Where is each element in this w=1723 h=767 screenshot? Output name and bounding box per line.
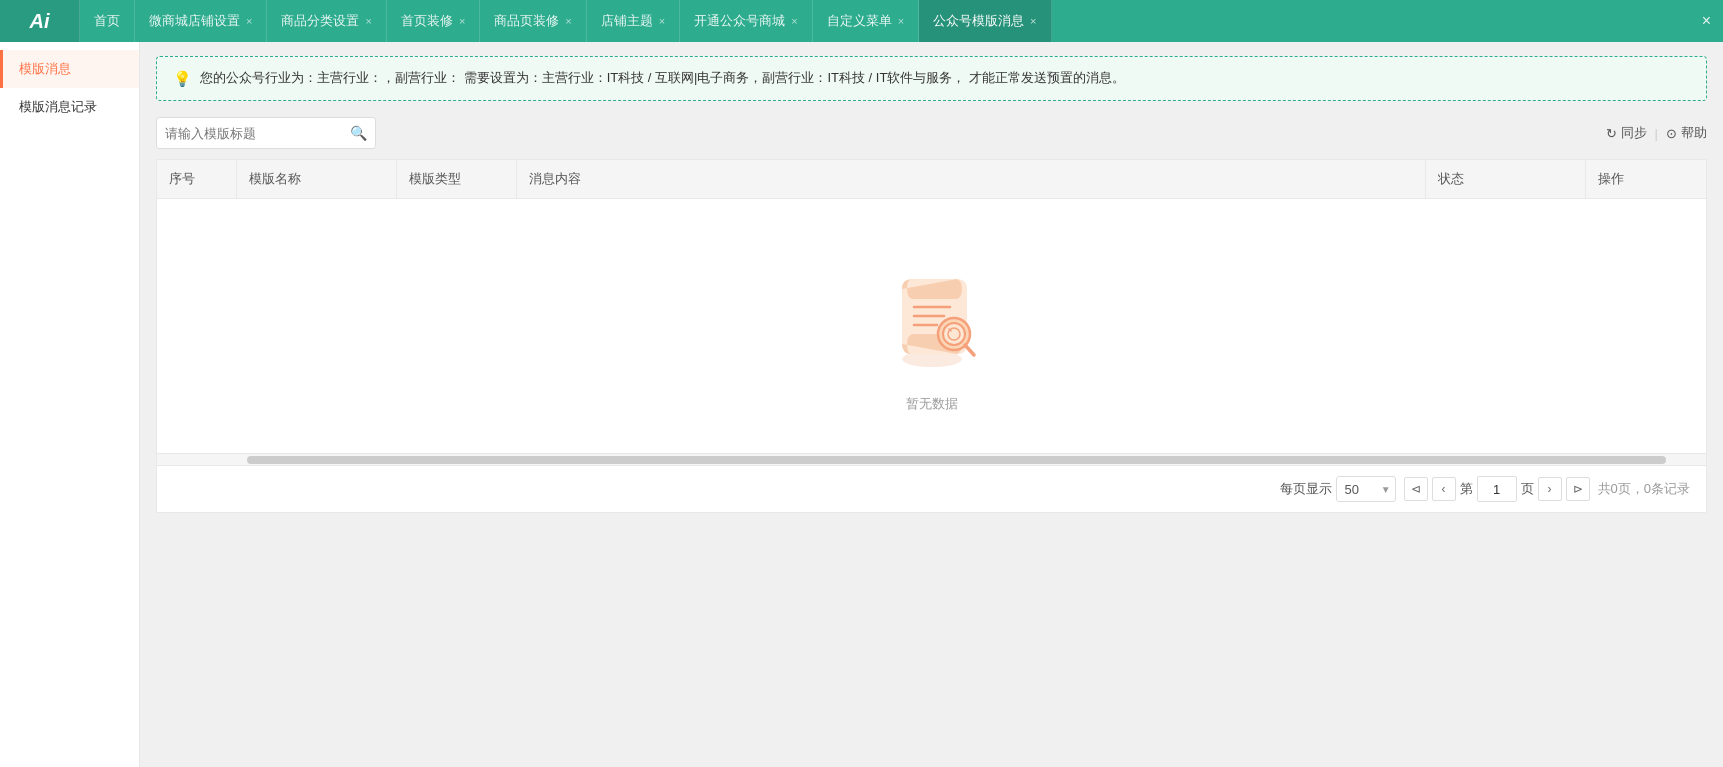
- nav-tab-label-1: 微商城店铺设置: [149, 12, 240, 30]
- page-label-post: 页: [1521, 480, 1534, 498]
- empty-state: 暂无数据: [157, 199, 1706, 453]
- sidebar: 模版消息模版消息记录: [0, 42, 140, 767]
- svg-point-5: [943, 323, 965, 345]
- logo-text: Ai: [30, 10, 50, 33]
- chevron-down-icon: ▼: [1381, 484, 1391, 495]
- notice-banner: 💡 您的公众号行业为：主营行业：，副营行业： 需要设置为：主营行业：IT科技 /…: [156, 56, 1707, 101]
- nav-tab-label-6: 开通公众号商城: [694, 12, 785, 30]
- notice-prefix: 您的公众号行业为：主营行业：，副营行业：: [200, 70, 460, 85]
- nav-tab-label-0: 首页: [94, 12, 120, 30]
- nav-tab-label-4: 商品页装修: [494, 12, 559, 30]
- notice-text: 您的公众号行业为：主营行业：，副营行业： 需要设置为：主营行业：IT科技 / 互…: [200, 69, 1125, 87]
- total-info: 共0页，0条记录: [1598, 480, 1690, 498]
- search-input[interactable]: [165, 126, 350, 141]
- help-button[interactable]: ⊙ 帮助: [1666, 124, 1707, 142]
- col-status: 状态: [1426, 160, 1586, 198]
- page-number-input[interactable]: [1477, 476, 1517, 502]
- nav-tab-3[interactable]: 首页装修 ×: [387, 0, 480, 42]
- col-index: 序号: [157, 160, 237, 198]
- nav-tab-7[interactable]: 自定义菜单 ×: [813, 0, 919, 42]
- col-action: 操作: [1586, 160, 1706, 198]
- nav-tab-6[interactable]: 开通公众号商城 ×: [680, 0, 812, 42]
- toolbar-right: ↻ 同步 | ⊙ 帮助: [1606, 124, 1707, 142]
- nav-tab-close-6[interactable]: ×: [791, 15, 797, 27]
- top-nav: Ai 首页微商城店铺设置×商品分类设置×首页装修×商品页装修×店铺主题×开通公众…: [0, 0, 1723, 42]
- col-name: 模版名称: [237, 160, 397, 198]
- nav-tab-4[interactable]: 商品页装修 ×: [480, 0, 586, 42]
- nav-tab-close-3[interactable]: ×: [459, 15, 465, 27]
- search-row: 🔍 ↻ 同步 | ⊙ 帮助: [156, 117, 1707, 149]
- notice-icon: 💡: [173, 70, 192, 88]
- page-nav: ⊲ ‹ 第 页 › ⊳: [1404, 476, 1590, 502]
- svg-line-6: [965, 345, 974, 355]
- nav-tab-label-8: 公众号模版消息: [933, 12, 1024, 30]
- nav-tab-1[interactable]: 微商城店铺设置 ×: [135, 0, 267, 42]
- nav-tab-close-8[interactable]: ×: [1030, 15, 1036, 27]
- help-label: 帮助: [1681, 124, 1707, 142]
- scrollbar-area[interactable]: [157, 453, 1706, 465]
- nav-tab-label-5: 店铺主题: [601, 12, 653, 30]
- nav-tab-8[interactable]: 公众号模版消息 ×: [919, 0, 1051, 42]
- main-layout: 模版消息模版消息记录 💡 您的公众号行业为：主营行业：，副营行业： 需要设置为：…: [0, 42, 1723, 767]
- nav-tab-close-7[interactable]: ×: [898, 15, 904, 27]
- per-page-dropdown[interactable]: 50 ▼: [1336, 476, 1396, 502]
- notice-suffix: 才能正常发送预置的消息。: [969, 70, 1125, 85]
- scrollbar-track[interactable]: [247, 456, 1666, 464]
- nav-tab-2[interactable]: 商品分类设置 ×: [267, 0, 386, 42]
- nav-tab-close-1[interactable]: ×: [246, 15, 252, 27]
- per-page-label: 每页显示: [1280, 480, 1332, 498]
- sync-icon: ↻: [1606, 126, 1617, 141]
- search-box[interactable]: 🔍: [156, 117, 376, 149]
- sidebar-item-0[interactable]: 模版消息: [0, 50, 139, 88]
- sync-button[interactable]: ↻ 同步: [1606, 124, 1647, 142]
- col-type: 模版类型: [397, 160, 517, 198]
- nav-tab-close-2[interactable]: ×: [365, 15, 371, 27]
- col-content: 消息内容: [517, 160, 1426, 198]
- nav-tab-label-2: 商品分类设置: [281, 12, 359, 30]
- main-content: 💡 您的公众号行业为：主营行业：，副营行业： 需要设置为：主营行业：IT科技 /…: [140, 42, 1723, 767]
- table-container: 序号 模版名称 模版类型 消息内容 状态 操作: [156, 159, 1707, 513]
- search-icon[interactable]: 🔍: [350, 125, 367, 141]
- next-page-button[interactable]: ›: [1538, 477, 1562, 501]
- per-page-value: 50: [1345, 482, 1359, 497]
- nav-tab-close-4[interactable]: ×: [565, 15, 571, 27]
- empty-illustration: [872, 259, 992, 379]
- sync-label: 同步: [1621, 124, 1647, 142]
- sidebar-menu: 模版消息模版消息记录: [0, 50, 139, 126]
- notice-highlight: 需要设置为：主营行业：IT科技 / 互联网|电子商务，副营行业：IT科技 / I…: [464, 70, 966, 85]
- toolbar-divider: |: [1655, 126, 1658, 141]
- sidebar-item-1[interactable]: 模版消息记录: [0, 88, 139, 126]
- help-icon: ⊙: [1666, 126, 1677, 141]
- last-page-button[interactable]: ⊳: [1566, 477, 1590, 501]
- nav-tab-close-5[interactable]: ×: [659, 15, 665, 27]
- prev-page-button[interactable]: ‹: [1432, 477, 1456, 501]
- first-page-button[interactable]: ⊲: [1404, 477, 1428, 501]
- logo: Ai: [0, 0, 80, 42]
- table-header: 序号 模版名称 模版类型 消息内容 状态 操作: [157, 160, 1706, 199]
- nav-tab-label-7: 自定义菜单: [827, 12, 892, 30]
- nav-tab-5[interactable]: 店铺主题 ×: [587, 0, 680, 42]
- page-label-pre: 第: [1460, 480, 1473, 498]
- nav-tab-label-3: 首页装修: [401, 12, 453, 30]
- nav-tabs-container: 首页微商城店铺设置×商品分类设置×首页装修×商品页装修×店铺主题×开通公众号商城…: [80, 0, 1690, 42]
- close-all-button[interactable]: ×: [1690, 0, 1723, 42]
- nav-tab-0[interactable]: 首页: [80, 0, 135, 42]
- page-size-select: 每页显示 50 ▼: [1280, 476, 1396, 502]
- empty-text: 暂无数据: [906, 395, 958, 413]
- pagination: 每页显示 50 ▼ ⊲ ‹ 第 页 › ⊳ 共0页，0条记录: [157, 465, 1706, 512]
